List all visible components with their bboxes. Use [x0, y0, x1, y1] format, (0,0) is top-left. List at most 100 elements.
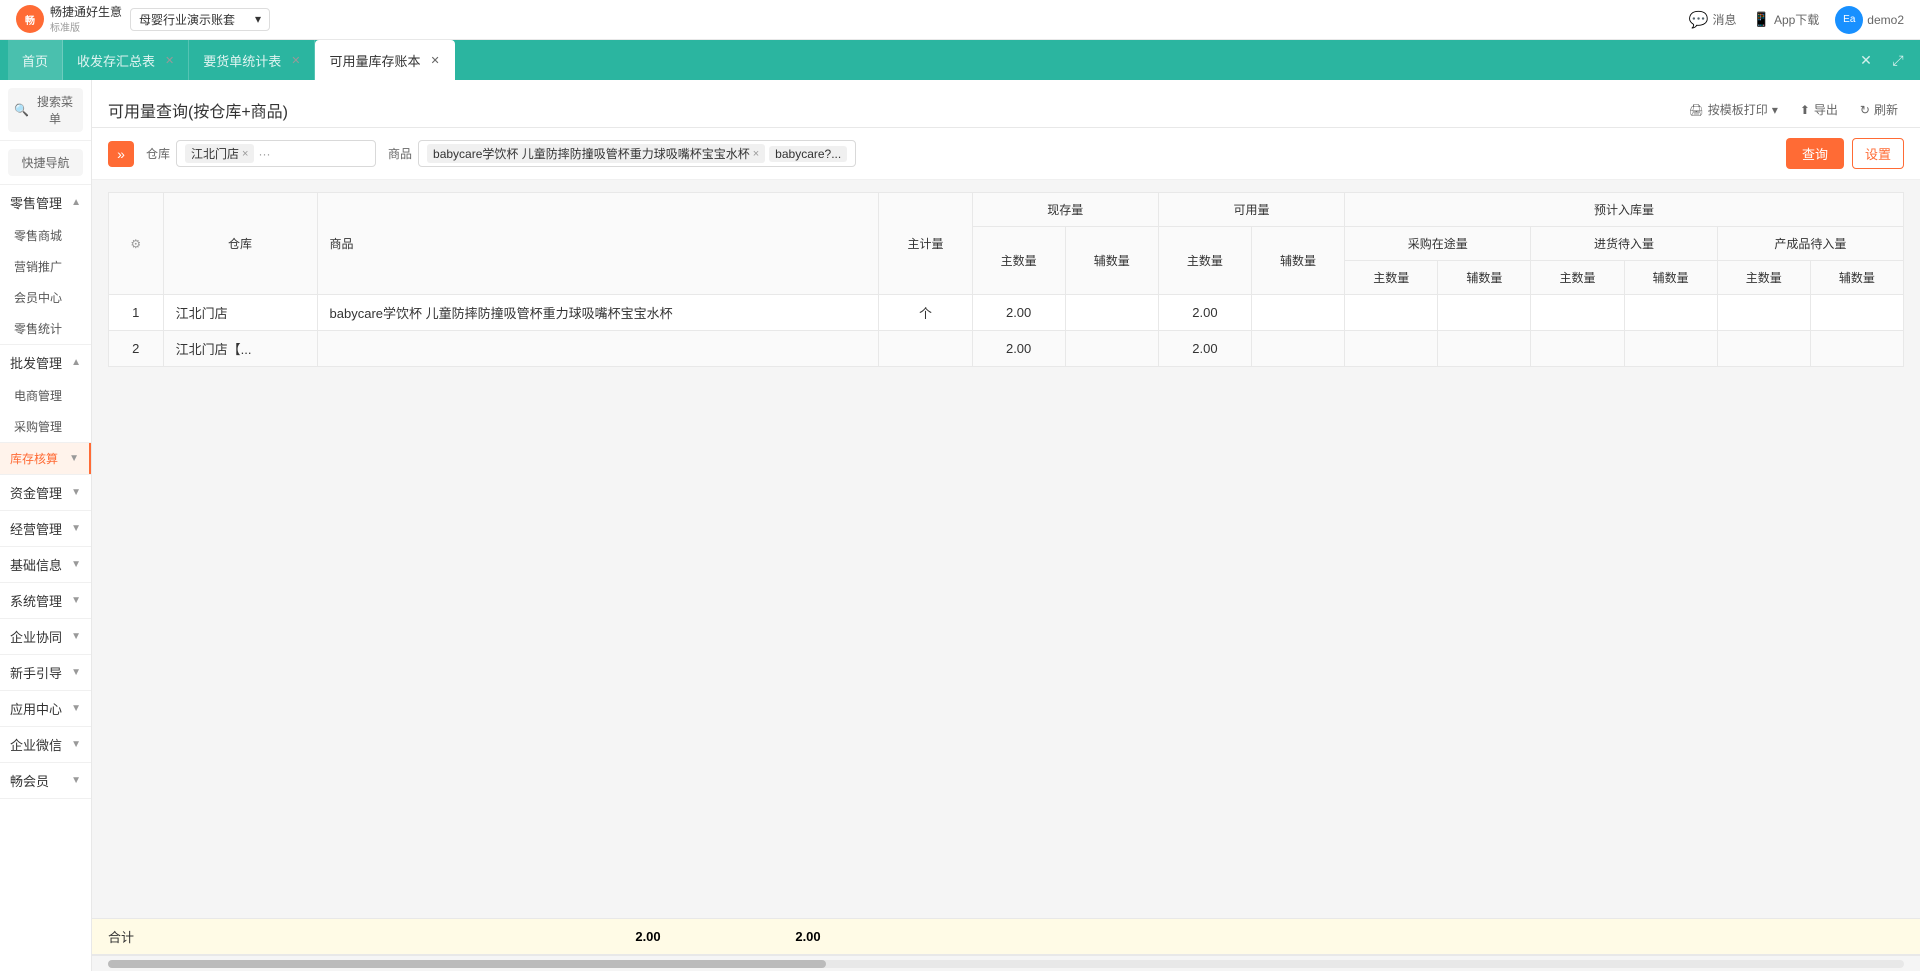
chevron-down-icon: ▾	[255, 12, 261, 26]
product-tag-1-close[interactable]: ×	[753, 148, 759, 160]
row2-warehouse: 江北门店【...	[163, 331, 317, 367]
row2-pt-aux	[1438, 331, 1531, 367]
sidebar-section-member-header[interactable]: 畅会员 ▼	[0, 763, 91, 798]
tab-receive-close[interactable]: ✕	[165, 54, 174, 67]
tab-home[interactable]: 首页	[8, 40, 63, 80]
tab-order-close[interactable]: ✕	[291, 54, 300, 67]
sidebar-section-enterprise: 企业协同 ▼	[0, 619, 91, 655]
sidebar-section-enterprise-header[interactable]: 企业协同 ▼	[0, 619, 91, 654]
chevron-icon-4: ▼	[71, 559, 81, 570]
table-row: 1 江北门店 babycare学饮杯 儿童防摔防撞吸管杯重力球吸嘴杯宝宝水杯 个…	[109, 295, 1904, 331]
export-btn[interactable]: ⬆ 导出	[1794, 97, 1844, 122]
row1-product: babycare学饮杯 儿童防摔防撞吸管杯重力球吸嘴杯宝宝水杯	[317, 295, 879, 331]
product-label: 商品	[388, 145, 412, 162]
sidebar-item-member-center[interactable]: 会员中心	[0, 282, 91, 313]
avatar: Ea	[1835, 6, 1863, 34]
search-icon: 🔍	[14, 103, 29, 117]
row1-current-aux	[1065, 295, 1158, 331]
message-btn[interactable]: 💬 消息	[1689, 10, 1737, 30]
sidebar-section-operation-header[interactable]: 经营管理 ▼	[0, 511, 91, 546]
chevron-icon-6: ▼	[71, 631, 81, 642]
row2-pa-main	[1531, 331, 1624, 367]
th-available-aux-qty: 辅数量	[1251, 227, 1344, 295]
warehouse-more[interactable]: ···	[258, 147, 270, 161]
th-gear: ⚙	[109, 193, 164, 295]
th-current-stock: 现存量	[972, 193, 1158, 227]
row1-prod-main	[1717, 295, 1810, 331]
download-btn[interactable]: 📱 App下载	[1753, 11, 1820, 28]
logo-text: 畅捷通好生意	[50, 5, 122, 19]
top-bar-right: 💬 消息 📱 App下载 Ea demo2	[1689, 6, 1904, 34]
tab-order[interactable]: 要货单统计表 ✕	[189, 40, 315, 80]
chevron-icon-3: ▼	[71, 523, 81, 534]
page-title: 可用量查询(按仓库+商品)	[108, 98, 288, 122]
sidebar-section-operation: 经营管理 ▼	[0, 511, 91, 547]
table-footer: 合计 2.00 2.00	[92, 918, 1920, 955]
tab-receive[interactable]: 收发存汇总表 ✕	[63, 40, 189, 80]
sidebar: 🔍 搜索菜单 快捷导航 零售管理 ▲ 零售商城 营销推广 会员中心	[0, 80, 92, 971]
quick-nav-btn[interactable]: 快捷导航	[8, 149, 83, 176]
query-btn[interactable]: 查询	[1786, 138, 1844, 169]
scroll-thumb[interactable]	[108, 960, 826, 968]
logo-sub: 标准版	[50, 19, 122, 34]
sidebar-item-inventory[interactable]: 库存核算 ▼	[0, 443, 91, 474]
refresh-btn[interactable]: ↻ 刷新	[1854, 97, 1904, 122]
tab-stock[interactable]: 可用量库存账本 ✕	[315, 40, 454, 80]
export-icon: ⬆	[1800, 103, 1810, 117]
sidebar-section-guide-header[interactable]: 新手引导 ▼	[0, 655, 91, 690]
row2-product	[317, 331, 879, 367]
search-menu-btn[interactable]: 🔍 搜索菜单	[8, 88, 83, 132]
sidebar-section-wechat-header[interactable]: 企业微信 ▼	[0, 727, 91, 762]
gear-icon[interactable]: ⚙	[130, 237, 141, 251]
sidebar-item-retail-stats[interactable]: 零售统计	[0, 313, 91, 344]
th-prod-main: 主数量	[1717, 261, 1810, 295]
sidebar-item-marketing[interactable]: 营销推广	[0, 251, 91, 282]
product-input[interactable]: babycare学饮杯 儿童防摔防撞吸管杯重力球吸嘴杯宝宝水杯 × babyca…	[418, 140, 856, 167]
footer-label: 合计	[108, 927, 228, 946]
tab-stock-close[interactable]: ✕	[431, 54, 440, 67]
nav-close-btn[interactable]: ✕	[1852, 46, 1880, 74]
chevron-down-icon: ▲	[71, 357, 81, 368]
table-wrapper: ⚙ 仓库 商品 主计量 现存量	[92, 180, 1920, 918]
message-icon: 💬	[1689, 10, 1709, 30]
row2-avail-aux	[1251, 331, 1344, 367]
th-main-unit: 主计量	[879, 193, 972, 295]
sidebar-section-system: 系统管理 ▼	[0, 583, 91, 619]
sidebar-section-wechat: 企业微信 ▼	[0, 727, 91, 763]
row1-prod-aux	[1810, 295, 1903, 331]
footer-avail-main: 2.00	[768, 929, 848, 944]
sidebar-section-appcenter-header[interactable]: 应用中心 ▼	[0, 691, 91, 726]
sidebar-item-purchase[interactable]: 采购管理	[0, 411, 91, 442]
sidebar-section-wholesale-header[interactable]: 批发管理 ▲	[0, 345, 91, 380]
chevron-icon-8: ▼	[71, 703, 81, 714]
warehouse-tag-close[interactable]: ×	[242, 148, 248, 160]
industry-selector[interactable]: 母婴行业演示账套 ▾	[130, 8, 270, 31]
th-current-aux-qty: 辅数量	[1065, 227, 1158, 295]
filter-row: » 仓库 江北门店 × ··· 商品 babycare学饮杯 儿童防摔防撞吸管杯…	[92, 128, 1920, 180]
th-warehouse: 仓库	[163, 193, 317, 295]
row1-pt-aux	[1438, 295, 1531, 331]
row2-pa-aux	[1624, 331, 1717, 367]
sidebar-section-basic-header[interactable]: 基础信息 ▼	[0, 547, 91, 582]
filter-expand-btn[interactable]: »	[108, 141, 134, 167]
user-profile[interactable]: Ea demo2	[1835, 6, 1904, 34]
warehouse-input[interactable]: 江北门店 × ···	[176, 140, 376, 167]
settings-btn[interactable]: 设置	[1852, 138, 1904, 169]
product-filter: 商品 babycare学饮杯 儿童防摔防撞吸管杯重力球吸嘴杯宝宝水杯 × bab…	[388, 140, 856, 167]
sidebar-section-system-header[interactable]: 系统管理 ▼	[0, 583, 91, 618]
scroll-track[interactable]	[108, 960, 1904, 968]
chevron-icon: ▼	[69, 453, 79, 464]
filter-actions: 查询 设置	[1786, 138, 1904, 169]
sidebar-section-finance-header[interactable]: 资金管理 ▼	[0, 475, 91, 510]
template-print-btn[interactable]: 🖨 按模板打印 ▾	[1683, 97, 1784, 122]
row1-pt-main	[1345, 295, 1438, 331]
page-actions: 🖨 按模板打印 ▾ ⬆ 导出 ↻ 刷新	[1683, 97, 1904, 122]
th-pa-main: 主数量	[1531, 261, 1624, 295]
chevron-icon-10: ▼	[71, 775, 81, 786]
nav-expand-btn[interactable]: ⤢	[1884, 46, 1912, 74]
row1-current-main: 2.00	[972, 295, 1065, 331]
sidebar-item-retail-shop[interactable]: 零售商城	[0, 220, 91, 251]
th-pt-aux: 辅数量	[1438, 261, 1531, 295]
sidebar-item-ecommerce[interactable]: 电商管理	[0, 380, 91, 411]
sidebar-section-retail-header[interactable]: 零售管理 ▲	[0, 185, 91, 220]
